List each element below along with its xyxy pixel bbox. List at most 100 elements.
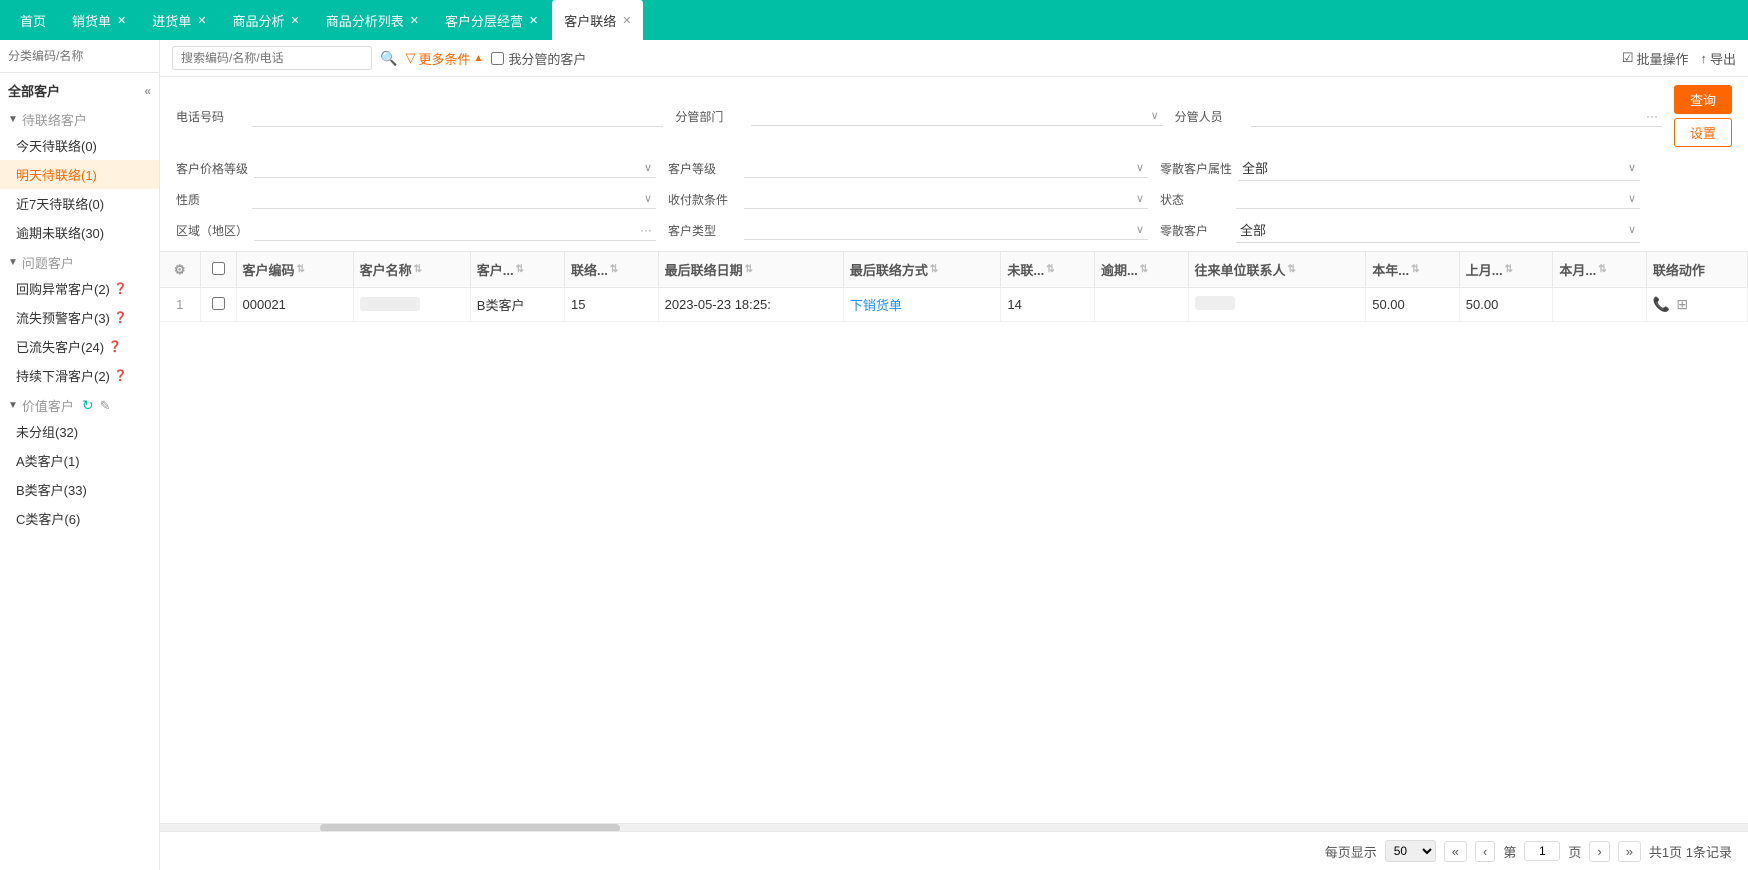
sort-icon-type: ⇅ xyxy=(516,264,524,275)
sidebar-item-today-pending[interactable]: 今天待联络(0) xyxy=(0,131,159,160)
horizontal-scrollbar-track[interactable] xyxy=(160,823,1748,831)
sidebar-item-tomorrow-pending[interactable]: 明天待联络(1) xyxy=(0,160,159,189)
row-last-method-cell: 下销货单 xyxy=(843,288,1001,322)
nature-select[interactable]: ∨ xyxy=(252,189,656,209)
help-icon-3: ❓ xyxy=(108,340,122,353)
dept-select[interactable]: ∨ xyxy=(751,106,1162,126)
search-input[interactable] xyxy=(172,46,372,70)
sidebar-item-churned[interactable]: 已流失客户(24) ❓ xyxy=(0,332,159,361)
row-code-cell: 000021 xyxy=(236,288,353,322)
row-checkbox[interactable] xyxy=(212,297,225,310)
nav-close-product-analysis[interactable]: ✕ xyxy=(291,14,300,27)
query-button[interactable]: 查询 xyxy=(1674,85,1732,114)
row-unlinked-cell: 14 xyxy=(1001,288,1095,322)
customer-type-chevron: ∨ xyxy=(1136,223,1144,236)
nav-close-customer-layering[interactable]: ✕ xyxy=(529,14,538,27)
select-all-checkbox[interactable] xyxy=(212,262,225,275)
col-overdue: 逾期... ⇅ xyxy=(1094,252,1188,288)
nav-product-analysis-list[interactable]: 商品分析列表 ✕ xyxy=(314,0,431,40)
sidebar: 🔍 全部客户 « ▼ 待联络客户 今天待联络(0) 明天待联络(1) 近7天待联… xyxy=(0,40,160,870)
row-num-cell: 1 xyxy=(160,288,200,322)
price-level-select[interactable]: ∨ xyxy=(254,158,656,178)
customer-level-select[interactable]: ∨ xyxy=(744,158,1148,178)
filter-cell-retail-attr: 零散客户属性 全部 ∨ xyxy=(1160,155,1640,181)
col-settings: ⚙ xyxy=(160,252,200,288)
sidebar-search-input[interactable] xyxy=(8,49,160,63)
phone-label: 电话号码 xyxy=(176,108,246,125)
customer-type-select[interactable]: ∨ xyxy=(744,220,1148,240)
per-page-select[interactable]: 50 100 200 xyxy=(1385,840,1436,862)
problem-section-label: ▼ 问题客户 xyxy=(0,247,159,274)
filter-cell-status: 状态 ∨ xyxy=(1160,189,1640,209)
next-page-button[interactable]: › xyxy=(1589,841,1609,862)
row-last-month-cell: 50.00 xyxy=(1459,288,1553,322)
all-customers-header: 全部客户 « xyxy=(0,73,159,104)
nav-customer-contact[interactable]: 客户联络 ✕ xyxy=(552,0,643,40)
sidebar-item-7days-pending[interactable]: 近7天待联络(0) xyxy=(0,189,159,218)
customer-level-label: 客户等级 xyxy=(668,160,738,177)
edit-icon[interactable]: ✎ xyxy=(100,398,111,414)
phone-action-icon[interactable]: 📞 xyxy=(1653,296,1670,313)
export-button[interactable]: ↑ 导出 xyxy=(1700,49,1736,68)
customer-name-value: Ea xyxy=(360,297,420,311)
pagination-bar: 每页显示 50 100 200 « ‹ 第 页 › » 共1页 1条记录 xyxy=(160,831,1748,870)
first-page-button[interactable]: « xyxy=(1444,841,1467,862)
region-label: 区域（地区） xyxy=(176,222,248,239)
person-label: 分管人员 xyxy=(1175,108,1245,125)
nav-close-purchase-order[interactable]: ✕ xyxy=(197,14,206,27)
settings-gear-icon[interactable]: ⚙ xyxy=(174,262,186,277)
my-customers-checkbox-label[interactable]: 我分管的客户 xyxy=(491,49,586,68)
filter-cell-person: 分管人员 ··· xyxy=(1175,106,1662,127)
payment-select[interactable]: ∨ xyxy=(744,189,1148,209)
sidebar-item-ungrouped[interactable]: 未分组(32) xyxy=(0,417,159,446)
grid-action-icon[interactable]: ⊞ xyxy=(1676,296,1688,313)
search-button[interactable]: 🔍 xyxy=(380,50,397,67)
nav-purchase-order[interactable]: 进货单 ✕ xyxy=(140,0,218,40)
refresh-icon[interactable]: ↻ xyxy=(82,397,94,414)
prev-page-button[interactable]: ‹ xyxy=(1475,841,1495,862)
last-page-button[interactable]: » xyxy=(1618,841,1641,862)
last-method-link[interactable]: 下销货单 xyxy=(850,298,902,313)
my-customers-checkbox[interactable] xyxy=(491,52,504,65)
nav-close-sales-order[interactable]: ✕ xyxy=(117,14,126,27)
collapse-icon[interactable]: « xyxy=(144,84,151,98)
retail-attr-select[interactable]: 全部 ∨ xyxy=(1238,155,1640,181)
nav-close-product-analysis-list[interactable]: ✕ xyxy=(410,14,419,27)
nav-product-analysis[interactable]: 商品分析 ✕ xyxy=(220,0,311,40)
sidebar-item-repurchase-anomaly[interactable]: 回购异常客户(2) ❓ xyxy=(0,274,159,303)
contacts-value xyxy=(1195,296,1235,310)
status-label: 状态 xyxy=(1160,191,1230,208)
sidebar-search-container: 🔍 xyxy=(0,40,159,73)
sort-icon-unlinked: ⇅ xyxy=(1046,264,1054,275)
status-select[interactable]: ∨ xyxy=(1236,189,1640,209)
batch-op-button[interactable]: ☑ 批量操作 xyxy=(1622,49,1689,68)
nav-customer-layering[interactable]: 客户分层经营 ✕ xyxy=(433,0,550,40)
sidebar-item-overdue-pending[interactable]: 逾期未联络(30) xyxy=(0,218,159,247)
phone-input[interactable] xyxy=(252,106,663,127)
nav-home[interactable]: 首页 xyxy=(8,0,58,40)
sort-icon-last-date: ⇅ xyxy=(745,264,753,275)
filter-cell-retail-customer: 零散客户 全部 ∨ xyxy=(1160,217,1640,243)
sidebar-item-declining[interactable]: 持续下滑客户(2) ❓ xyxy=(0,361,159,390)
person-dots-icon[interactable]: ··· xyxy=(1646,109,1658,123)
sidebar-item-churn-warning[interactable]: 流失预警客户(3) ❓ xyxy=(0,303,159,332)
filter-row-1: 电话号码 分管部门 ∨ 分管人员 ··· 查询 xyxy=(176,85,1732,147)
sidebar-item-a-type[interactable]: A类客户(1) xyxy=(0,446,159,475)
settings-button[interactable]: 设置 xyxy=(1674,118,1732,147)
nav-sales-order[interactable]: 销货单 ✕ xyxy=(60,0,138,40)
sidebar-item-b-type[interactable]: B类客户(33) xyxy=(0,475,159,504)
filter-row-4: 区域（地区） ··· 客户类型 ∨ 零散客户 全部 ∨ xyxy=(176,217,1732,243)
sort-icon-contact-count: ⇅ xyxy=(610,264,618,275)
page-input[interactable] xyxy=(1524,841,1560,861)
col-checkbox xyxy=(200,252,236,288)
sort-icon-this-month: ⇅ xyxy=(1598,264,1606,275)
region-dots-icon[interactable]: ··· xyxy=(640,223,652,237)
total-label: 共1页 1条记录 xyxy=(1649,842,1732,861)
help-icon-1: ❓ xyxy=(114,282,128,295)
sidebar-item-c-type[interactable]: C类客户(6) xyxy=(0,504,159,533)
customer-table: ⚙ 客户编码 ⇅ 客户名称 xyxy=(160,252,1748,322)
nav-close-customer-contact[interactable]: ✕ xyxy=(622,14,631,27)
more-conditions-button[interactable]: ▽ 更多条件 ▲ xyxy=(405,49,483,68)
filter-cell-customer-level: 客户等级 ∨ xyxy=(668,158,1148,178)
retail-customer-select[interactable]: 全部 ∨ xyxy=(1236,217,1640,243)
